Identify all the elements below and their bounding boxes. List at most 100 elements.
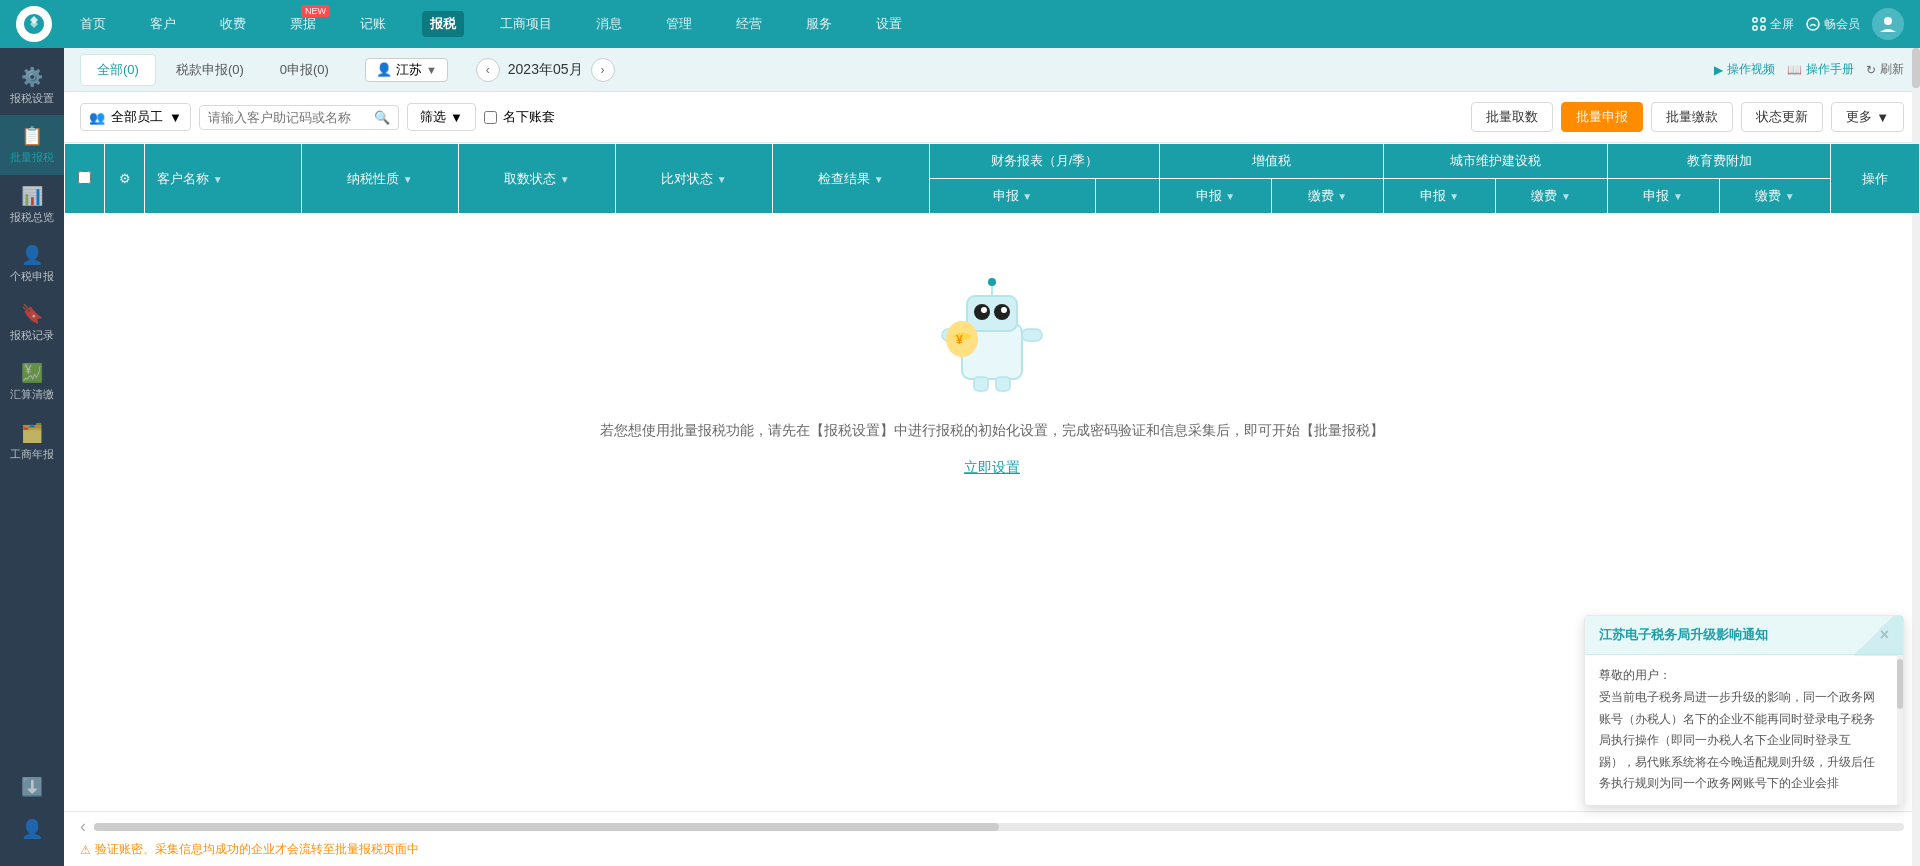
filter-button[interactable]: 筛选 ▼ <box>407 103 476 131</box>
month-navigation: ‹ 2023年05月 › <box>476 58 615 82</box>
manual-icon: 📖 <box>1787 63 1802 77</box>
svg-rect-3 <box>1761 26 1765 30</box>
sidebar-item-tax-settings[interactable]: ⚙️ 报税设置 <box>0 56 64 115</box>
prev-month-btn[interactable]: ‹ <box>476 58 500 82</box>
personal-tax-icon: 👤 <box>21 244 43 266</box>
empty-state: ¥ 若您想使用批量报税功能，请先在【报税设置】中进行报税的初始化设置，完成密码验… <box>65 214 1920 537</box>
svg-rect-19 <box>996 377 1010 391</box>
nav-service[interactable]: 服务 <box>798 11 840 37</box>
svg-rect-2 <box>1753 26 1757 30</box>
tax-records-icon: 🔖 <box>21 303 43 325</box>
member-btn[interactable]: 畅会员 <box>1806 16 1860 33</box>
sidebar-user[interactable]: 👤 <box>21 808 43 850</box>
compare-status-filter-icon[interactable]: ▼ <box>717 174 727 185</box>
fetch-status-filter-icon[interactable]: ▼ <box>560 174 570 185</box>
svg-rect-1 <box>1761 18 1765 22</box>
customer-filter-icon[interactable]: ▼ <box>213 174 223 185</box>
search-input-wrap: 🔍 <box>199 105 399 130</box>
nav-invoice[interactable]: 票据 NEW <box>282 11 324 37</box>
chevron-down-icon: ▼ <box>169 110 182 125</box>
edu-declare-filter-icon[interactable]: ▼ <box>1673 191 1683 202</box>
horizontal-scrollbar[interactable] <box>94 823 1904 831</box>
svg-text:¥: ¥ <box>956 333 963 347</box>
th-tax-nature: 纳税性质 ▼ <box>302 144 459 214</box>
city-declare-filter-icon[interactable]: ▼ <box>1449 191 1459 202</box>
svg-point-11 <box>1001 307 1007 313</box>
nav-business[interactable]: 工商项目 <box>492 11 560 37</box>
toolbar-right: 批量取数 批量申报 批量缴款 状态更新 更多 ▼ <box>1471 102 1904 132</box>
nav-operation[interactable]: 经营 <box>728 11 770 37</box>
th-check-result: 检查结果 ▼ <box>773 144 930 214</box>
setup-link[interactable]: 立即设置 <box>964 459 1020 477</box>
th-gear: ⚙ <box>105 144 145 214</box>
th-financial-blank <box>1095 179 1159 214</box>
svg-point-10 <box>981 307 987 313</box>
nav-home[interactable]: 首页 <box>72 11 114 37</box>
sidebar-download[interactable]: ⬇️ <box>21 766 43 808</box>
vat-declare-filter-icon[interactable]: ▼ <box>1225 191 1235 202</box>
vat-pay-filter-icon[interactable]: ▼ <box>1337 191 1347 202</box>
sidebar-item-tax-overview[interactable]: 📊 报税总览 <box>0 175 64 234</box>
download-icon: ⬇️ <box>21 776 43 798</box>
operation-video-link[interactable]: ▶ 操作视频 <box>1714 61 1775 78</box>
sidebar-item-annual-report[interactable]: 🗂️ 工商年报 <box>0 412 64 471</box>
status-update-btn[interactable]: 状态更新 <box>1741 102 1823 132</box>
tax-nature-filter-icon[interactable]: ▼ <box>403 174 413 185</box>
batch-declare-btn[interactable]: 批量申报 <box>1561 102 1643 132</box>
nav-tax[interactable]: 报税 <box>422 11 464 37</box>
check-result-filter-icon[interactable]: ▼ <box>874 174 884 185</box>
nav-manage[interactable]: 管理 <box>658 11 700 37</box>
notification-scrollbar[interactable] <box>1897 655 1903 805</box>
operation-manual-link[interactable]: 📖 操作手册 <box>1787 61 1854 78</box>
tab-tax-declaration[interactable]: 税款申报(0) <box>160 55 260 85</box>
nav-message[interactable]: 消息 <box>588 11 630 37</box>
scroll-left-btn[interactable]: ‹ <box>80 816 86 837</box>
th-city-tax: 城市维护建设税 <box>1383 144 1607 179</box>
city-pay-filter-icon[interactable]: ▼ <box>1561 191 1571 202</box>
select-all-checkbox[interactable] <box>78 171 91 184</box>
app-logo[interactable] <box>16 6 52 42</box>
next-month-btn[interactable]: › <box>591 58 615 82</box>
batch-pay-btn[interactable]: 批量缴款 <box>1651 102 1733 132</box>
svg-rect-15 <box>1022 329 1042 341</box>
fullscreen-btn[interactable]: 全屏 <box>1752 16 1794 33</box>
sidebar-item-tax-records[interactable]: 🔖 报税记录 <box>0 293 64 352</box>
province-selector[interactable]: 👤 江苏 ▼ <box>365 58 448 82</box>
th-operations: 操作 <box>1831 144 1920 214</box>
account-checkbox[interactable] <box>484 111 497 124</box>
edu-pay-filter-icon[interactable]: ▼ <box>1785 191 1795 202</box>
search-icon[interactable]: 🔍 <box>374 110 390 125</box>
annual-report-icon: 🗂️ <box>21 422 43 444</box>
data-table: ⚙ 客户名称 ▼ 纳税性质 ▼ 取数状态 ▼ 比对状态 ▼ <box>64 143 1920 537</box>
gear-icon[interactable]: ⚙ <box>119 171 131 186</box>
sidebar-item-batch-tax[interactable]: 📋 批量报税 <box>0 115 64 174</box>
svg-point-5 <box>1884 17 1892 25</box>
notification-body: 尊敬的用户： 受当前电子税务局进一步升级的影响，同一个政务网账号（办税人）名下的… <box>1585 655 1897 805</box>
sidebar-item-personal-tax[interactable]: 👤 个税申报 <box>0 234 64 293</box>
notification-panel: 江苏电子税务局升级影响通知 × 尊敬的用户： 受当前电子税务局进一步升级的影响，… <box>1584 615 1904 806</box>
batch-fetch-btn[interactable]: 批量取数 <box>1471 102 1553 132</box>
video-icon: ▶ <box>1714 63 1723 77</box>
fin-declare-filter-icon[interactable]: ▼ <box>1022 191 1032 202</box>
th-vat-pay: 缴费 ▼ <box>1271 179 1383 214</box>
th-city-declare: 申报 ▼ <box>1383 179 1495 214</box>
search-input[interactable] <box>208 110 368 125</box>
sidebar: ⚙️ 报税设置 📋 批量报税 📊 报税总览 👤 个税申报 🔖 报税记录 💹 汇算… <box>0 48 64 866</box>
bottom-bar: ‹ ⚠ 验证账密、采集信息均成功的企业才会流转至批量报税页面中 <box>64 811 1920 866</box>
nav-accounting[interactable]: 记账 <box>352 11 394 37</box>
user-avatar[interactable] <box>1872 8 1904 40</box>
more-btn[interactable]: 更多 ▼ <box>1831 102 1904 132</box>
refresh-icon: ↻ <box>1866 63 1876 77</box>
refresh-link[interactable]: ↻ 刷新 <box>1866 61 1904 78</box>
account-checkbox-label[interactable]: 名下账套 <box>484 108 555 126</box>
nav-customer[interactable]: 客户 <box>142 11 184 37</box>
nav-billing[interactable]: 收费 <box>212 11 254 37</box>
employee-select[interactable]: 👥 全部员工 ▼ <box>80 103 191 131</box>
sidebar-item-settlement[interactable]: 💹 汇算清缴 <box>0 352 64 411</box>
tax-settings-icon: ⚙️ <box>21 66 43 88</box>
tab-zero-declaration[interactable]: 0申报(0) <box>264 55 345 85</box>
tab-all[interactable]: 全部(0) <box>80 54 156 86</box>
nav-settings[interactable]: 设置 <box>868 11 910 37</box>
warning-icon: ⚠ <box>80 843 91 857</box>
table-header-row-1: ⚙ 客户名称 ▼ 纳税性质 ▼ 取数状态 ▼ 比对状态 ▼ <box>65 144 1920 179</box>
